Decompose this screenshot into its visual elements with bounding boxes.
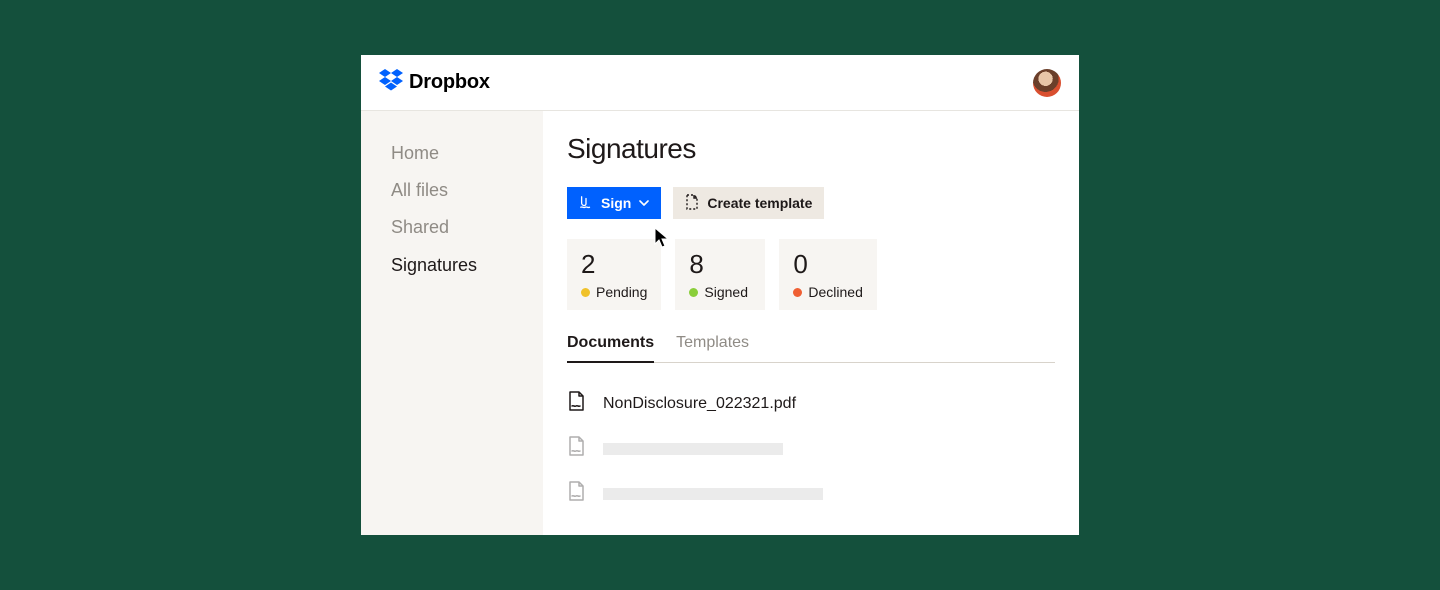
page-title: Signatures <box>567 133 1055 165</box>
sign-button[interactable]: Sign <box>567 187 661 219</box>
sidebar: Home All files Shared Signatures <box>361 111 543 535</box>
document-name: NonDisclosure_022321.pdf <box>603 395 796 413</box>
sign-button-label: Sign <box>601 195 631 211</box>
avatar[interactable] <box>1033 69 1061 97</box>
sidebar-item-all-files[interactable]: All files <box>391 172 543 209</box>
document-sign-icon <box>567 391 585 416</box>
stat-signed-label: Signed <box>704 284 748 300</box>
brand-name: Dropbox <box>409 71 490 94</box>
stat-declined-count: 0 <box>793 249 862 280</box>
stat-pending-count: 2 <box>581 249 647 280</box>
stat-declined-label: Declined <box>808 284 862 300</box>
create-template-label: Create template <box>707 195 812 211</box>
placeholder-text <box>603 488 823 500</box>
sidebar-item-shared[interactable]: Shared <box>391 209 543 246</box>
sidebar-item-signatures[interactable]: Signatures <box>391 247 543 284</box>
document-row[interactable]: NonDisclosure_022321.pdf <box>567 381 1055 426</box>
create-template-button[interactable]: Create template <box>673 187 824 219</box>
document-row-placeholder <box>567 426 1055 471</box>
tabs: Documents Templates <box>567 334 1055 363</box>
status-dot-declined <box>793 288 802 297</box>
document-row-placeholder <box>567 471 1055 516</box>
chevron-down-icon <box>639 195 649 211</box>
topbar: Dropbox <box>361 55 1079 111</box>
main-content: Signatures Sign <box>543 111 1079 535</box>
status-dot-signed <box>689 288 698 297</box>
stat-signed-count: 8 <box>689 249 751 280</box>
template-icon <box>685 194 699 213</box>
app-window: Dropbox Home All files Shared Signatures… <box>361 55 1079 535</box>
sidebar-item-home[interactable]: Home <box>391 135 543 172</box>
tab-documents[interactable]: Documents <box>567 334 654 362</box>
tab-templates[interactable]: Templates <box>676 334 749 362</box>
document-sign-icon <box>567 481 585 506</box>
placeholder-text <box>603 443 783 455</box>
action-bar: Sign Create template <box>567 187 1055 219</box>
dropbox-logo-icon <box>379 69 403 96</box>
status-dot-pending <box>581 288 590 297</box>
brand[interactable]: Dropbox <box>379 69 490 96</box>
document-list: NonDisclosure_022321.pdf <box>567 381 1055 516</box>
signature-icon <box>579 195 593 212</box>
stat-signed[interactable]: 8 Signed <box>675 239 765 310</box>
stat-declined[interactable]: 0 Declined <box>779 239 876 310</box>
document-sign-icon <box>567 436 585 461</box>
stat-pending[interactable]: 2 Pending <box>567 239 661 310</box>
app-body: Home All files Shared Signatures Signatu… <box>361 111 1079 535</box>
stats-row: 2 Pending 8 Signed 0 <box>567 239 1055 310</box>
stat-pending-label: Pending <box>596 284 647 300</box>
